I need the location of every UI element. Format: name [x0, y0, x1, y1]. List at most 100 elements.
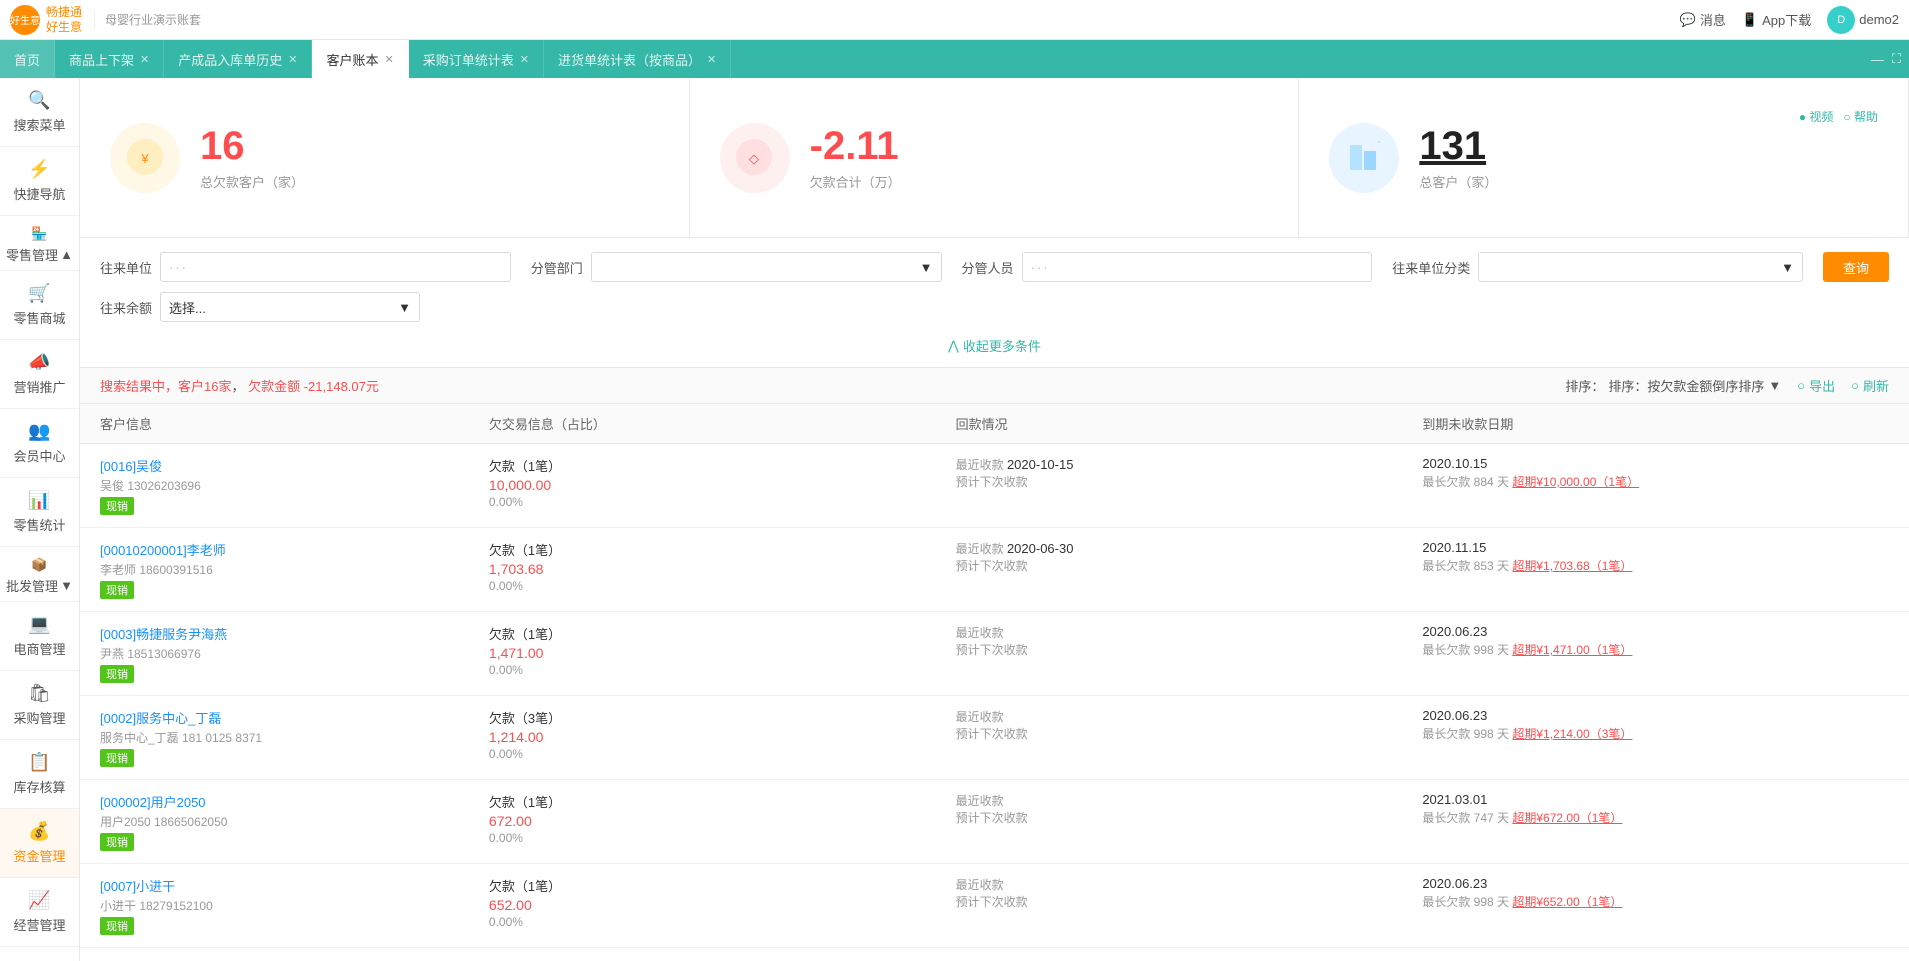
sidebar-item-wholesale-mgmt[interactable]: 📦 批发管理 ▼: [0, 547, 79, 602]
sidebar-item-basic-info[interactable]: ℹ 基础信息: [0, 947, 79, 961]
customer-info-cell: [0007]小进干 小进干 18279152100 现销: [100, 876, 489, 935]
overdue-customers-icon: ¥: [110, 123, 180, 193]
sidebar-item-nav[interactable]: ⚡ 快捷导航: [0, 147, 79, 216]
debt-percent: 0.00%: [489, 579, 956, 593]
collapse-button[interactable]: ⋀ 收起更多条件: [948, 336, 1041, 355]
tab-customer-account[interactable]: 客户账本 ✕: [312, 40, 408, 78]
due-date-cell: 2020.06.23 最长欠款 998 天 超期¥1,471.00（1笔）: [1422, 624, 1889, 658]
maximize-icon[interactable]: ⛶: [1892, 51, 1901, 67]
overdue-amount-link[interactable]: 超期¥652.00（1笔）: [1512, 895, 1622, 909]
due-date-cell: 2020.11.15 最长欠款 853 天 超期¥1,703.68（1笔）: [1422, 540, 1889, 574]
tab-purchase-stats-close[interactable]: ✕: [520, 53, 529, 66]
retail-store-icon: 🛒: [28, 283, 50, 304]
customer-sub-info: 李老师 18600391516: [100, 561, 489, 578]
sort-select[interactable]: 排序： 排序：按欠款金额倒序排序 ▼: [1565, 376, 1781, 395]
sidebar-item-ecommerce[interactable]: 💻 电商管理: [0, 602, 79, 671]
tab-product-listing-close[interactable]: ✕: [140, 53, 149, 66]
filter-person-input[interactable]: ···: [1022, 252, 1373, 282]
sidebar-item-search[interactable]: 🔍 搜索菜单: [0, 78, 79, 147]
customer-tag: 现销: [100, 581, 134, 599]
sidebar-nav-label: 快捷导航: [13, 184, 65, 203]
video-help-button[interactable]: ● 视频: [1799, 108, 1834, 125]
debt-info-cell: 欠款（1笔） 10,000.00 0.00%: [489, 456, 956, 509]
tab-customer-account-close[interactable]: ✕: [385, 53, 394, 66]
filter-balance-select[interactable]: 选择... ▼: [160, 292, 420, 322]
sidebar-item-retail-mgmt[interactable]: 🏪 零售管理 ▲: [0, 216, 79, 271]
customer-info-cell: [000002]用户2050 用户2050 18665062050 现销: [100, 792, 489, 851]
customer-name-link[interactable]: [0007]小进干: [100, 879, 175, 894]
customer-info-cell: [0016]吴俊 吴俊 13026203696 现销: [100, 456, 489, 515]
filter-source-unit-input[interactable]: ···: [160, 252, 511, 282]
customer-sub-info: 小进干 18279152100: [100, 897, 489, 914]
user-avatar[interactable]: D demo2: [1827, 6, 1899, 34]
debt-percent: 0.00%: [489, 747, 956, 761]
tab-incoming-stats[interactable]: 进货单统计表（按商品） ✕: [544, 40, 731, 78]
debt-count: 欠款（1笔）: [489, 456, 956, 475]
customer-sub-info: 尹燕 18513066976: [100, 645, 489, 662]
total-debt-number: -2.11: [810, 124, 901, 168]
last-payment-label: 最近收款 2020-06-30: [956, 540, 1423, 557]
refresh-icon: ○: [1851, 378, 1859, 393]
sidebar-inventory-label: 库存核算: [13, 777, 65, 796]
customer-info-cell: [00010200001]李老师 李老师 18600391516 现销: [100, 540, 489, 599]
customer-tag: 现销: [100, 833, 134, 851]
debt-amount: 652.00: [489, 897, 956, 913]
recovery-info-cell: 最近收款 预计下次收款: [956, 708, 1423, 742]
overdue-amount-link[interactable]: 超期¥672.00（1笔）: [1512, 811, 1622, 825]
refresh-button[interactable]: ○ 刷新: [1851, 376, 1889, 395]
debt-amount: 10,000.00: [489, 477, 956, 493]
tab-production-history-close[interactable]: ✕: [288, 53, 297, 66]
minimize-icon[interactable]: —: [1871, 52, 1884, 67]
filter-unit-category-select[interactable]: ▼: [1478, 252, 1803, 282]
tab-product-listing[interactable]: 商品上下架 ✕: [55, 40, 164, 78]
customer-name-link[interactable]: [00010200001]李老师: [100, 543, 226, 558]
recovery-info-cell: 最近收款 2020-10-15 预计下次收款: [956, 456, 1423, 490]
main-layout: 🔍 搜索菜单 ⚡ 快捷导航 🏪 零售管理 ▲ 🛒 零售商城 📣 营销推广 👥 会…: [0, 78, 1909, 961]
filter-department-select[interactable]: ▼: [591, 252, 942, 282]
results-bar: 搜索结果中，客户16家， 欠款金额 -21,148.07元 排序： 排序：按欠款…: [80, 368, 1909, 404]
sidebar-item-operations[interactable]: 📈 经营管理: [0, 878, 79, 947]
overdue-days: 最长欠款 998 天 超期¥1,214.00（3笔）: [1422, 725, 1889, 742]
tab-production-history[interactable]: 产成品入库单历史 ✕: [164, 40, 312, 78]
customer-tag: 现销: [100, 749, 134, 767]
overdue-amount-link[interactable]: 超期¥1,703.68（1笔）: [1512, 559, 1632, 573]
table-header: 客户信息 欠交易信息（占比） 回款情况 到期未收款日期: [80, 404, 1909, 444]
overdue-amount-link[interactable]: 超期¥1,214.00（3笔）: [1512, 727, 1632, 741]
inventory-icon: 📋: [28, 752, 50, 773]
purchase-icon: 🛍: [28, 683, 51, 704]
customer-name-link[interactable]: [0002]服务中心_丁磊: [100, 711, 221, 726]
balance-arrow: ▼: [398, 300, 411, 315]
tab-home[interactable]: 首页: [0, 40, 55, 78]
export-button[interactable]: ○ 导出: [1797, 376, 1835, 395]
app-download-button[interactable]: 📱 App下载: [1742, 10, 1811, 29]
customer-name-link[interactable]: [000002]用户2050: [100, 795, 206, 810]
tab-incoming-stats-close[interactable]: ✕: [707, 53, 716, 66]
sidebar-retail-stats-label: 零售统计: [13, 515, 65, 534]
table-row: [000002]用户2050 用户2050 18665062050 现销 欠款（…: [80, 780, 1909, 864]
tab-purchase-stats[interactable]: 采购订单统计表 ✕: [409, 40, 544, 78]
results-amount: 欠款金额 -21,148.07元: [248, 379, 379, 394]
overdue-customers-label: 总欠款客户（家）: [200, 172, 304, 191]
total-customers-info: 131 总客户（家）: [1419, 124, 1497, 191]
customer-name-link[interactable]: [0003]畅捷服务尹海燕: [100, 627, 227, 642]
table-row: [0002]服务中心_丁磊 服务中心_丁磊 181 0125 8371 现销 欠…: [80, 696, 1909, 780]
debt-count: 欠款（1笔）: [489, 624, 956, 643]
overdue-amount-link[interactable]: 超期¥1,471.00（1笔）: [1512, 643, 1632, 657]
person-dots: ···: [1031, 260, 1050, 275]
sidebar-item-inventory[interactable]: 📋 库存核算: [0, 740, 79, 809]
customer-name-link[interactable]: [0016]吴俊: [100, 459, 162, 474]
sidebar-marketing-label: 营销推广: [13, 377, 65, 396]
sidebar-item-marketing[interactable]: 📣 营销推广: [0, 340, 79, 409]
top-right: 💬 消息 📱 App下载 D demo2: [1680, 6, 1899, 34]
sidebar-item-member[interactable]: 👥 会员中心: [0, 409, 79, 478]
debt-info-cell: 欠款（1笔） 1,471.00 0.00%: [489, 624, 956, 677]
search-button[interactable]: 查询: [1823, 252, 1889, 282]
help-button[interactable]: ○ 帮助: [1843, 108, 1878, 125]
sort-arrow: ▼: [1768, 378, 1781, 393]
sidebar-item-retail-store[interactable]: 🛒 零售商城: [0, 271, 79, 340]
overdue-amount-link[interactable]: 超期¥10,000.00（1笔）: [1512, 475, 1639, 489]
sidebar-item-purchase[interactable]: 🛍 采购管理: [0, 671, 79, 740]
sidebar-item-retail-stats[interactable]: 📊 零售统计: [0, 478, 79, 547]
message-button[interactable]: 💬 消息: [1680, 10, 1726, 29]
sidebar-item-finance[interactable]: 💰 资金管理: [0, 809, 79, 878]
